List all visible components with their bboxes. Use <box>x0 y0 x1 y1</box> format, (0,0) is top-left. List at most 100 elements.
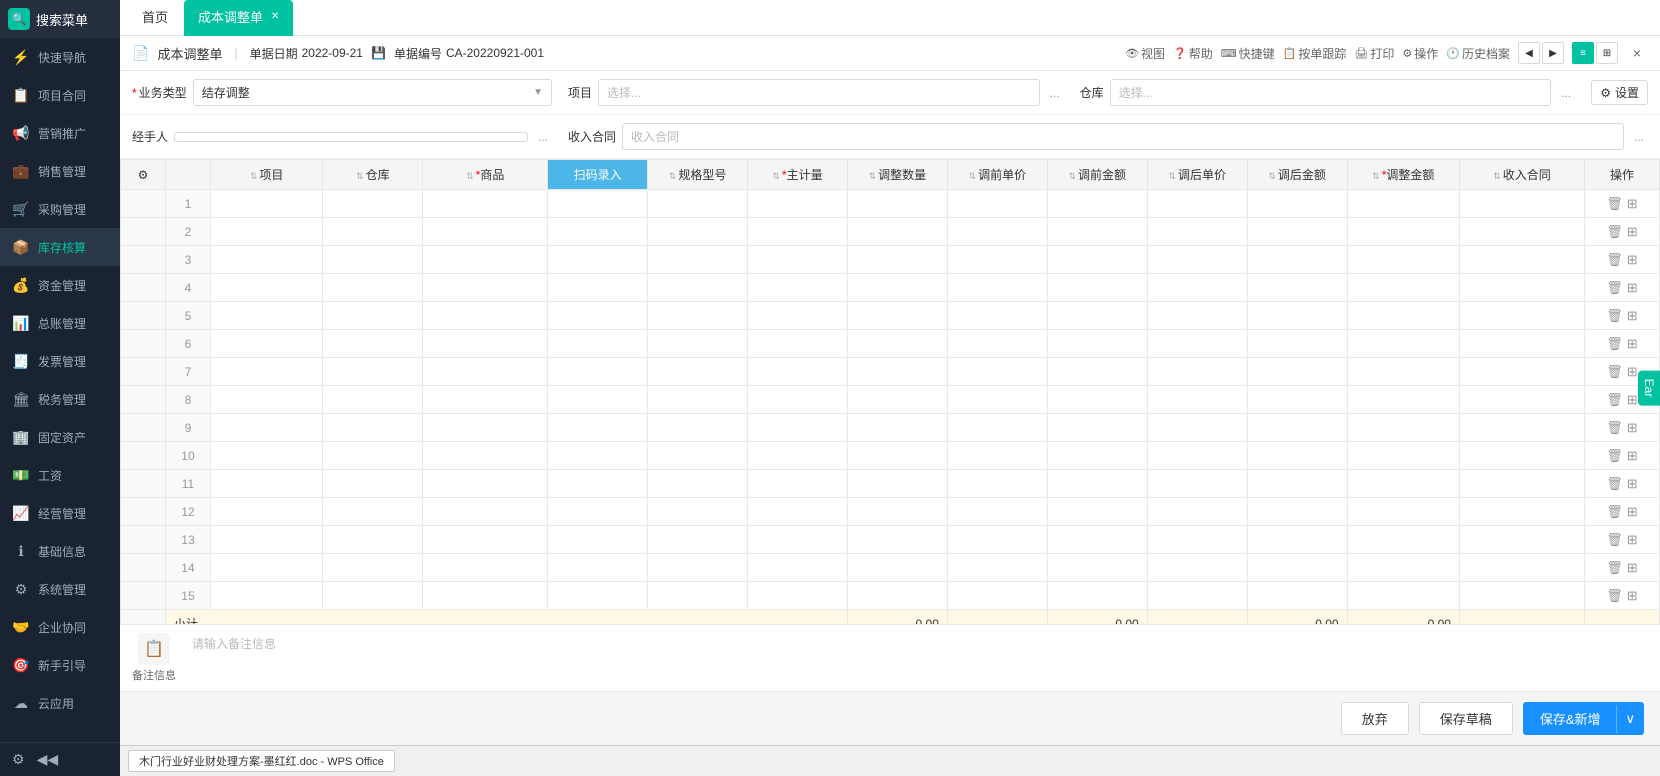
toolbar-save-icon[interactable]: 💾 <box>371 46 386 60</box>
table-copy-icon-12[interactable]: ⊞ <box>1627 504 1638 520</box>
table-cell-after-amount-4[interactable] <box>1247 274 1347 302</box>
table-cell-before-price-6[interactable] <box>947 330 1047 358</box>
table-cell-after-price-5[interactable] <box>1147 302 1247 330</box>
table-cell-before-amount-5[interactable] <box>1047 302 1147 330</box>
sidebar-item-tax[interactable]: 🏛 税务管理 <box>0 380 120 418</box>
table-cell-income-contract-2[interactable] <box>1459 218 1584 246</box>
sidebar-item-purchase[interactable]: 🛒 采购管理 <box>0 190 120 228</box>
biz-type-input[interactable]: 结存调整 ▼ <box>193 79 552 106</box>
save-new-arrow[interactable]: ∨ <box>1616 705 1643 733</box>
table-cell-after-price-11[interactable] <box>1147 470 1247 498</box>
table-cell-qty-2[interactable] <box>847 218 947 246</box>
sidebar-item-invoice[interactable]: 🧾 发票管理 <box>0 342 120 380</box>
table-delete-icon-15[interactable]: 🗑 <box>1606 588 1623 604</box>
table-cell-warehouse-7[interactable] <box>323 358 423 386</box>
sidebar-item-guide[interactable]: 🎯 新手引导 <box>0 646 120 684</box>
table-cell-before-price-11[interactable] <box>947 470 1047 498</box>
table-cell-unit-10[interactable] <box>748 442 848 470</box>
table-cell-adjust-amount-5[interactable] <box>1347 302 1459 330</box>
table-cell-after-amount-11[interactable] <box>1247 470 1347 498</box>
table-cell-after-amount-1[interactable] <box>1247 190 1347 218</box>
table-cell-warehouse-9[interactable] <box>323 414 423 442</box>
discard-button[interactable]: 放弃 <box>1341 702 1409 735</box>
table-delete-icon-10[interactable]: 🗑 <box>1606 448 1623 464</box>
table-cell-product-11[interactable] <box>423 470 548 498</box>
table-cell-before-price-5[interactable] <box>947 302 1047 330</box>
table-cell-adjust-amount-12[interactable] <box>1347 498 1459 526</box>
table-cell-spec-9[interactable] <box>648 414 748 442</box>
table-cell-unit-6[interactable] <box>748 330 848 358</box>
table-copy-icon-8[interactable]: ⊞ <box>1627 392 1638 408</box>
table-cell-before-price-3[interactable] <box>947 246 1047 274</box>
tab-cost-adjust[interactable]: 成本调整单✕ <box>184 0 293 36</box>
table-cell-unit-4[interactable] <box>748 274 848 302</box>
table-cell-warehouse-10[interactable] <box>323 442 423 470</box>
table-copy-icon-6[interactable]: ⊞ <box>1627 336 1638 352</box>
table-cell-qty-13[interactable] <box>847 526 947 554</box>
table-cell-income-contract-3[interactable] <box>1459 246 1584 274</box>
table-cell-scan-11[interactable] <box>548 470 648 498</box>
table-cell-after-price-8[interactable] <box>1147 386 1247 414</box>
table-copy-icon-10[interactable]: ⊞ <box>1627 448 1638 464</box>
table-cell-spec-12[interactable] <box>648 498 748 526</box>
table-cell-before-price-12[interactable] <box>947 498 1047 526</box>
table-cell-income-contract-11[interactable] <box>1459 470 1584 498</box>
table-cell-spec-5[interactable] <box>648 302 748 330</box>
table-cell-after-amount-10[interactable] <box>1247 442 1347 470</box>
table-cell-project-11[interactable] <box>210 470 322 498</box>
table-cell-before-amount-2[interactable] <box>1047 218 1147 246</box>
project-dots-btn[interactable]: ... <box>1046 86 1064 100</box>
table-cell-income-contract-7[interactable] <box>1459 358 1584 386</box>
table-cell-qty-10[interactable] <box>847 442 947 470</box>
table-cell-product-2[interactable] <box>423 218 548 246</box>
sidebar-item-inventory[interactable]: 📦 库存核算 <box>0 228 120 266</box>
table-cell-warehouse-14[interactable] <box>323 554 423 582</box>
table-cell-after-amount-5[interactable] <box>1247 302 1347 330</box>
table-cell-after-amount-12[interactable] <box>1247 498 1347 526</box>
table-cell-income-contract-10[interactable] <box>1459 442 1584 470</box>
table-cell-product-1[interactable] <box>423 190 548 218</box>
sidebar-item-finance[interactable]: 💰 资金管理 <box>0 266 120 304</box>
table-cell-before-price-1[interactable] <box>947 190 1047 218</box>
table-cell-unit-14[interactable] <box>748 554 848 582</box>
table-copy-icon-11[interactable]: ⊞ <box>1627 476 1638 492</box>
table-cell-scan-6[interactable] <box>548 330 648 358</box>
sidebar-item-cloud[interactable]: ☁ 云应用 <box>0 684 120 722</box>
table-cell-qty-15[interactable] <box>847 582 947 610</box>
save-draft-button[interactable]: 保存草稿 <box>1419 702 1513 735</box>
sidebar-item-quick-nav[interactable]: ⚡ 快速导航 <box>0 38 120 76</box>
sidebar-gear-icon[interactable]: ⚙ <box>12 751 25 768</box>
sidebar-item-payroll[interactable]: 💵 工资 <box>0 456 120 494</box>
toolbar-shortcut-btn[interactable]: ⌨ 快捷键 <box>1221 45 1275 62</box>
table-cell-qty-7[interactable] <box>847 358 947 386</box>
table-cell-warehouse-13[interactable] <box>323 526 423 554</box>
table-cell-project-12[interactable] <box>210 498 322 526</box>
table-cell-before-amount-12[interactable] <box>1047 498 1147 526</box>
table-cell-spec-11[interactable] <box>648 470 748 498</box>
table-cell-spec-4[interactable] <box>648 274 748 302</box>
table-cell-before-price-14[interactable] <box>947 554 1047 582</box>
col-adjust-amount[interactable]: ⇅*调整金额 <box>1347 160 1459 190</box>
table-cell-scan-2[interactable] <box>548 218 648 246</box>
table-cell-before-amount-7[interactable] <box>1047 358 1147 386</box>
table-cell-qty-4[interactable] <box>847 274 947 302</box>
table-delete-icon-2[interactable]: 🗑 <box>1606 224 1623 240</box>
table-cell-after-price-14[interactable] <box>1147 554 1247 582</box>
table-cell-after-price-2[interactable] <box>1147 218 1247 246</box>
table-copy-icon-4[interactable]: ⊞ <box>1627 280 1638 296</box>
table-cell-before-price-15[interactable] <box>947 582 1047 610</box>
col-qty[interactable]: ⇅调整数量 <box>847 160 947 190</box>
table-cell-adjust-amount-8[interactable] <box>1347 386 1459 414</box>
table-cell-after-price-3[interactable] <box>1147 246 1247 274</box>
table-cell-after-amount-9[interactable] <box>1247 414 1347 442</box>
sidebar-item-operation[interactable]: 📈 经营管理 <box>0 494 120 532</box>
table-cell-product-5[interactable] <box>423 302 548 330</box>
table-cell-after-price-9[interactable] <box>1147 414 1247 442</box>
table-cell-project-4[interactable] <box>210 274 322 302</box>
table-cell-project-15[interactable] <box>210 582 322 610</box>
table-cell-scan-1[interactable] <box>548 190 648 218</box>
table-cell-qty-3[interactable] <box>847 246 947 274</box>
table-cell-spec-1[interactable] <box>648 190 748 218</box>
handler-dots-btn[interactable]: ... <box>534 130 552 144</box>
table-cell-adjust-amount-15[interactable] <box>1347 582 1459 610</box>
